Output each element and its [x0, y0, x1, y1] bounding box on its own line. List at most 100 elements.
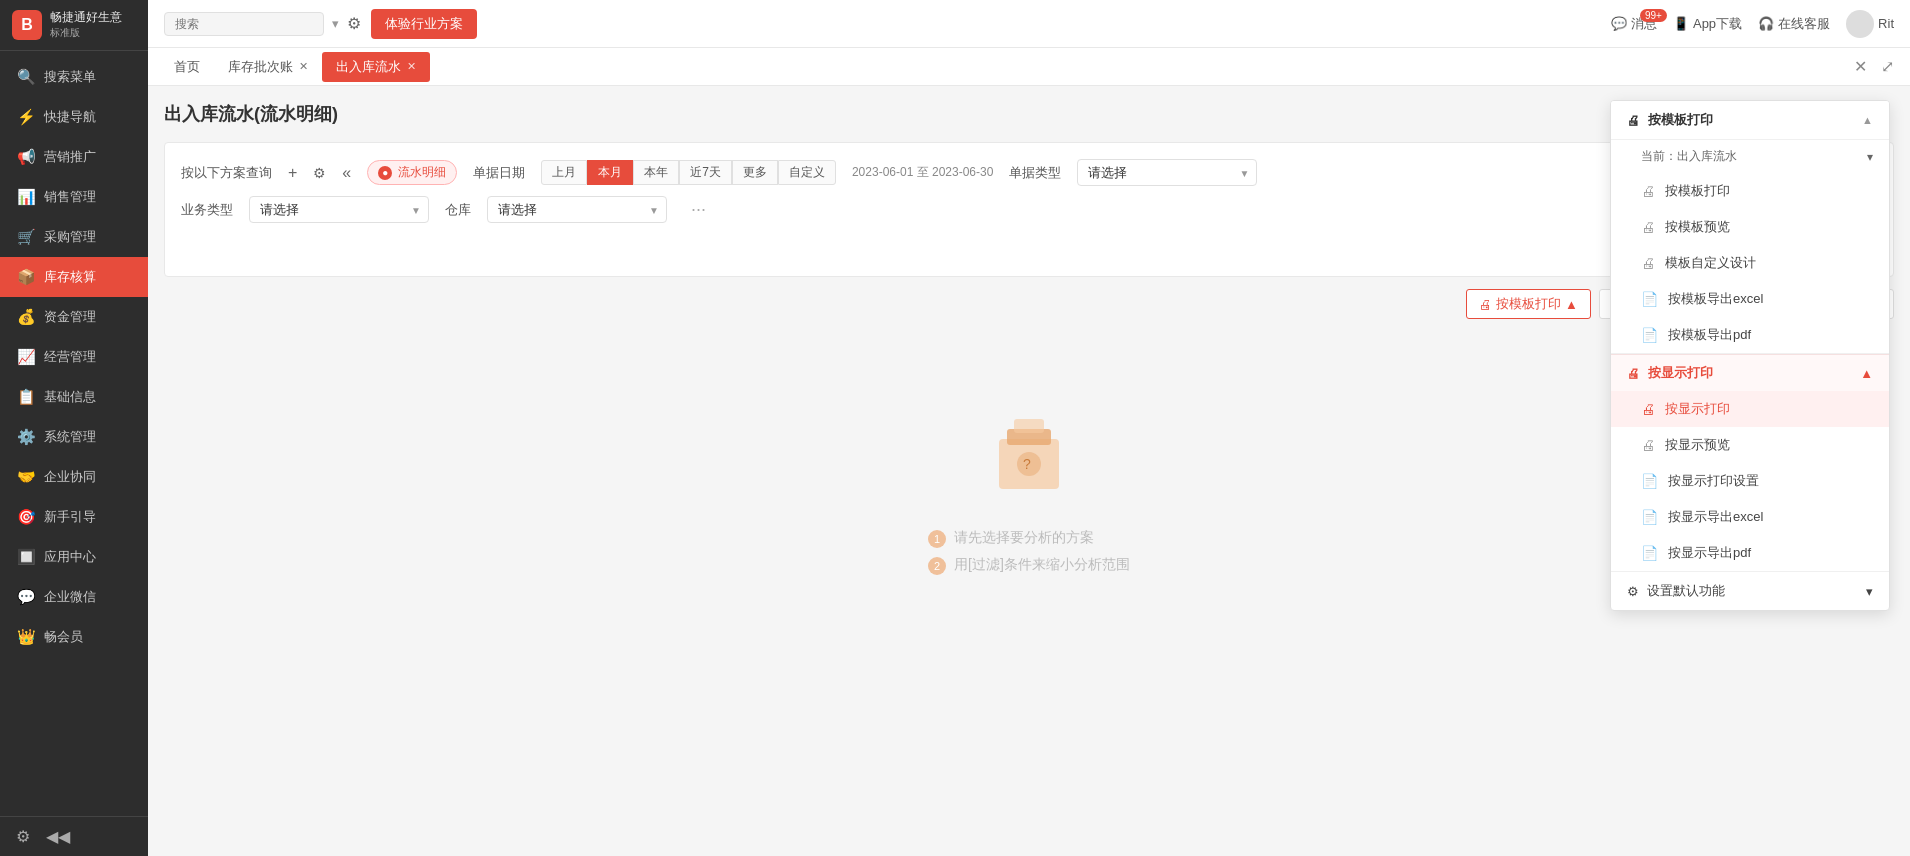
filter-settings-icon[interactable]: ⚙	[313, 165, 326, 181]
print-button[interactable]: 🖨 按模板打印 ▲	[1466, 289, 1591, 319]
expand-window-icon[interactable]: ⤢	[1877, 55, 1898, 78]
dropdown-item-display_print_settings[interactable]: 📄按显示打印设置	[1611, 463, 1889, 499]
dropdown-label-display_export_pdf: 按显示导出pdf	[1668, 544, 1751, 562]
date-tab-current_month[interactable]: 本月	[587, 160, 633, 185]
user-avatar-item[interactable]: Rit	[1846, 10, 1894, 38]
date-tab-prev_month[interactable]: 上月	[541, 160, 587, 185]
tab-batch[interactable]: 库存批次账 ✕	[214, 52, 322, 82]
dropdown-item-template_print[interactable]: 🖨按模板打印	[1611, 173, 1889, 209]
tab-home[interactable]: 首页	[160, 52, 214, 82]
sidebar-item-appstore[interactable]: 🔲应用中心	[0, 537, 148, 577]
tab-label-batch: 库存批次账	[228, 58, 293, 76]
sidebar-item-shortcut[interactable]: ⚡快捷导航	[0, 97, 148, 137]
tab-label-home: 首页	[174, 58, 200, 76]
dropdown-item-template_preview[interactable]: 🖨按模板预览	[1611, 209, 1889, 245]
sidebar-label-enterprise: 企业协同	[44, 468, 96, 486]
filter-collapse-icon[interactable]: «	[342, 164, 351, 182]
dropdown-section1-header[interactable]: 🖨 按模板打印 ▲	[1611, 101, 1889, 140]
app-icon: 📱	[1673, 16, 1689, 31]
sidebar-item-operation[interactable]: 📈经营管理	[0, 337, 148, 377]
dropdown-item-display_preview[interactable]: 🖨按显示预览	[1611, 427, 1889, 463]
sidebar-settings-icon[interactable]: ⚙	[16, 827, 30, 846]
date-tab-custom[interactable]: 自定义	[778, 160, 836, 185]
sidebar-label-shortcut: 快捷导航	[44, 108, 96, 126]
search-chevron-icon[interactable]: ▾	[332, 16, 339, 31]
sidebar-collapse-icon[interactable]: ◀◀	[46, 827, 70, 846]
dropdown-label-template_print: 按模板打印	[1665, 182, 1730, 200]
sidebar-icon-purchase: 🛒	[16, 227, 36, 247]
tab-flow[interactable]: 出入库流水✕	[322, 52, 430, 82]
tabs-right-controls: ✕ ⤢	[1850, 55, 1898, 78]
settings-default-icon: ⚙	[1627, 584, 1639, 599]
sidebar-item-wechat[interactable]: 💬企业微信	[0, 577, 148, 617]
step1-number: 1	[928, 530, 946, 548]
trial-button[interactable]: 体验行业方案	[371, 9, 477, 39]
dropdown-panel: 🖨 按模板打印 ▲ 当前：出入库流水 ▾ 🖨按模板打印🖨按模板预览🖨模板自定义设…	[1610, 100, 1890, 611]
date-tab-current_year[interactable]: 本年	[633, 160, 679, 185]
dropdown-section2-title: 按显示打印	[1648, 364, 1713, 382]
sidebar-item-enterprise[interactable]: 🤝企业协同	[0, 457, 148, 497]
online-service-item[interactable]: 🎧 在线客服	[1758, 15, 1830, 33]
print-icon: 🖨	[1479, 297, 1492, 312]
svg-rect-2	[1014, 419, 1044, 433]
step1-text: 请先选择要分析的方案	[954, 529, 1094, 547]
sidebar-item-member[interactable]: 👑畅会员	[0, 617, 148, 657]
user-name: Rit	[1878, 16, 1894, 31]
sidebar-label-newbie: 新手引导	[44, 508, 96, 526]
dropdown-item-display_export_pdf[interactable]: 📄 按显示导出pdf	[1611, 535, 1889, 571]
empty-illustration: ?	[979, 409, 1079, 509]
tab-close-flow[interactable]: ✕	[407, 60, 416, 73]
online-service-label: 在线客服	[1778, 15, 1830, 33]
dropdown-label-template_export_excel: 按模板导出excel	[1668, 290, 1763, 308]
sidebar-item-system[interactable]: ⚙️系统管理	[0, 417, 148, 457]
dropdown-icon-display_export_pdf: 📄	[1641, 545, 1658, 561]
sidebar-item-newbie[interactable]: 🎯新手引导	[0, 497, 148, 537]
dropdown-icon-template_export_excel: 📄	[1641, 291, 1658, 307]
sidebar-item-search[interactable]: 🔍搜索菜单	[0, 57, 148, 97]
dropdown-item-template_design[interactable]: 🖨模板自定义设计	[1611, 245, 1889, 281]
sidebar-item-purchase[interactable]: 🛒采购管理	[0, 217, 148, 257]
dropdown-label-display_preview: 按显示预览	[1665, 436, 1730, 454]
warehouse-select[interactable]: 请选择	[487, 196, 667, 223]
print-chevron-up-icon: ▲	[1565, 297, 1578, 312]
dropdown-icon-template_design: 🖨	[1641, 255, 1655, 271]
search-input[interactable]	[164, 12, 324, 36]
dropdown-icon-template_preview: 🖨	[1641, 219, 1655, 235]
dropdown-section3-footer[interactable]: ⚙ 设置默认功能 ▾	[1611, 571, 1889, 610]
empty-text: 1 请先选择要分析的方案 2 用[过滤]条件来缩小分析范围	[928, 529, 1130, 583]
business-type-select[interactable]: 请选择	[249, 196, 429, 223]
dropdown-item-template_export_excel[interactable]: 📄 按模板导出excel	[1611, 281, 1889, 317]
doc-type-select[interactable]: 请选择	[1077, 159, 1257, 186]
filter-add-icon[interactable]: +	[288, 164, 297, 182]
sidebar-item-finance[interactable]: 💰资金管理	[0, 297, 148, 337]
dropdown-item-template_export_pdf[interactable]: 📄按模板导出pdf	[1611, 317, 1889, 353]
tabs-bar: 首页库存批次账✕出入库流水✕ ✕ ⤢	[148, 48, 1910, 86]
sidebar-label-sales: 销售管理	[44, 188, 96, 206]
sidebar: B 畅捷通好生意 标准版 🔍搜索菜单⚡快捷导航📢营销推广📊销售管理🛒采购管理📦库…	[0, 0, 148, 856]
dropdown-section2-header[interactable]: 🖨 按显示打印 ▲	[1611, 354, 1889, 391]
sidebar-item-marketing[interactable]: 📢营销推广	[0, 137, 148, 177]
doc-type-select-wrap: 请选择	[1077, 159, 1257, 186]
date-label: 单据日期	[473, 164, 525, 182]
dropdown-item-display_export_excel[interactable]: 📄按显示导出excel	[1611, 499, 1889, 535]
date-tab-more[interactable]: 更多	[732, 160, 778, 185]
sidebar-label-wechat: 企业微信	[44, 588, 96, 606]
dropdown-item-display_print[interactable]: 🖨按显示打印	[1611, 391, 1889, 427]
app-download-item[interactable]: 📱 App下载	[1673, 15, 1742, 33]
close-window-icon[interactable]: ✕	[1850, 55, 1871, 78]
sidebar-item-basic[interactable]: 📋基础信息	[0, 377, 148, 417]
sidebar-item-inventory[interactable]: 📦库存核算	[0, 257, 148, 297]
message-item[interactable]: 💬 消息 99+	[1611, 15, 1657, 33]
dropdown-label-display_print: 按显示打印	[1665, 400, 1730, 418]
current-value[interactable]: 当前：出入库流水 ▾	[1641, 148, 1873, 165]
warehouse-more-dots[interactable]: ···	[691, 199, 706, 220]
app-download-label: App下载	[1693, 15, 1742, 33]
dropdown-label-display_print_settings: 按显示打印设置	[1668, 472, 1759, 490]
topbar-gear-icon[interactable]: ⚙	[347, 14, 361, 33]
tab-close-batch[interactable]: ✕	[299, 60, 308, 73]
section2-chevron-icon: ▲	[1860, 366, 1873, 381]
dropdown-section1-title: 按模板打印	[1648, 111, 1713, 129]
date-tab-last7[interactable]: 近7天	[679, 160, 732, 185]
warehouse-select-wrap: 请选择	[487, 196, 667, 223]
sidebar-item-sales[interactable]: 📊销售管理	[0, 177, 148, 217]
